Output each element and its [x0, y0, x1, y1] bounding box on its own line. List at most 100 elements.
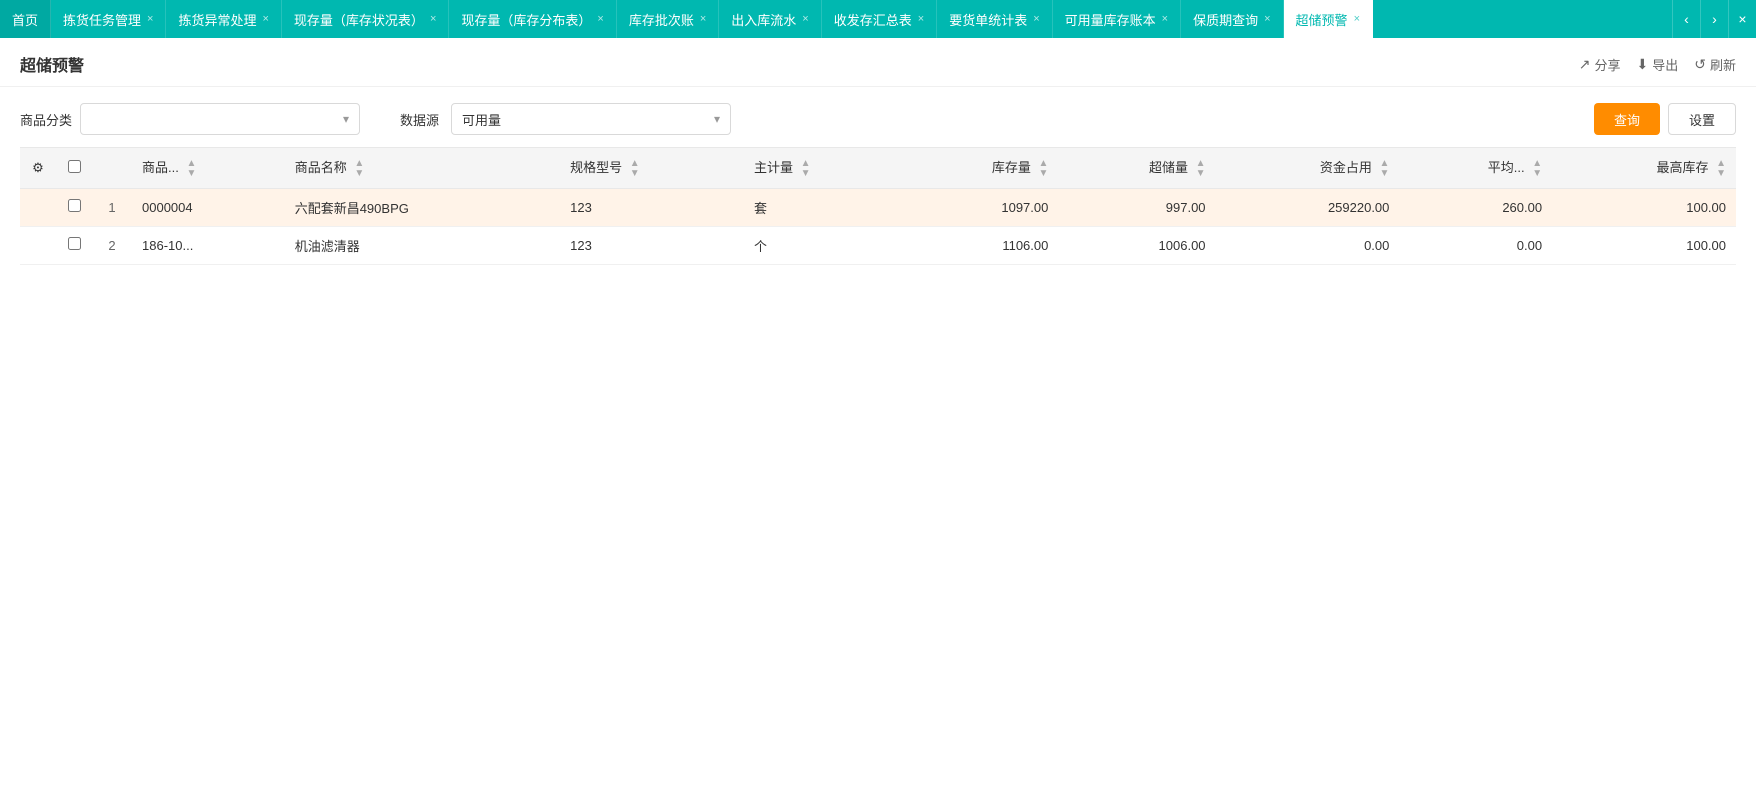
col-capital[interactable]: 资金占用 ▲▼: [1216, 148, 1400, 189]
col-gear: ⚙: [20, 148, 56, 189]
top-nav: 首页拣货任务管理×拣货异常处理×现存量（库存状况表）×现存量（库存分布表）×库存…: [0, 0, 1756, 38]
sort-product-code-icon: ▲▼: [186, 159, 196, 179]
col-rownum: [92, 148, 132, 189]
nav-label: 首页: [12, 10, 38, 29]
nav-label: 可用量库存账本: [1065, 10, 1156, 29]
category-chevron-icon: ▾: [343, 112, 349, 126]
datasource-value: 可用量: [462, 110, 501, 129]
nav-item-task-mgmt[interactable]: 拣货任务管理 ×: [51, 0, 166, 38]
row-checkbox-1[interactable]: [68, 237, 81, 250]
page-content: 超储预警 ↗ 分享 ⬇ 导出 ↺ 刷新 商品分类 ▾: [0, 38, 1756, 800]
row-unit: 套: [744, 188, 901, 226]
data-table: ⚙ 商品... ▲▼ 商品名称 ▲▼: [20, 147, 1736, 265]
nav-close-overstock[interactable]: ×: [1354, 13, 1360, 25]
nav-close-collect[interactable]: ×: [918, 13, 924, 25]
col-overstock[interactable]: 超储量 ▲▼: [1058, 148, 1215, 189]
sort-overstock-icon: ▲▼: [1196, 159, 1206, 179]
row-max-stock: 100.00: [1552, 226, 1736, 264]
query-button[interactable]: 查询: [1594, 103, 1660, 135]
sort-avg-icon: ▲▼: [1532, 159, 1542, 179]
nav-item-requisition[interactable]: 要货单统计表×: [937, 0, 1052, 38]
nav-close-abnormal[interactable]: ×: [262, 13, 268, 25]
nav-item-quality[interactable]: 保质期查询 ×: [1181, 0, 1283, 38]
nav-close-quality[interactable]: ×: [1264, 13, 1270, 25]
filter-area: 商品分类 ▾ 数据源 可用量 ▾ 查询 设置: [0, 87, 1756, 147]
page-header: 超储预警 ↗ 分享 ⬇ 导出 ↺ 刷新: [0, 38, 1756, 87]
col-product-code[interactable]: 商品... ▲▼: [132, 148, 285, 189]
nav-item-collect[interactable]: 收发存汇总表×: [822, 0, 937, 38]
nav-label: 现存量（库存分布表）: [461, 10, 591, 29]
row-checkbox-cell: [56, 188, 92, 226]
nav-close-stock-status[interactable]: ×: [430, 13, 436, 25]
row-gear-cell: [20, 226, 56, 264]
row-gear-cell: [20, 188, 56, 226]
export-icon: ⬇: [1637, 56, 1649, 73]
col-product-name[interactable]: 商品名称 ▲▼: [285, 148, 560, 189]
nav-close-in-out[interactable]: ×: [802, 13, 808, 25]
nav-close-btn[interactable]: ×: [1728, 0, 1756, 38]
col-max-stock[interactable]: 最高库存 ▲▼: [1552, 148, 1736, 189]
datasource-select[interactable]: 可用量 ▾: [451, 103, 731, 135]
refresh-action[interactable]: ↺ 刷新: [1694, 55, 1736, 74]
nav-arrows: ‹ › ×: [1672, 0, 1756, 38]
nav-item-batch[interactable]: 库存批次账×: [617, 0, 719, 38]
row-product-code: 186-10...: [132, 226, 285, 264]
row-overstock: 997.00: [1058, 188, 1215, 226]
nav-item-available[interactable]: 可用量库存账本 ×: [1053, 0, 1181, 38]
nav-label: 拣货任务管理: [63, 10, 141, 29]
nav-label: 保质期查询: [1193, 10, 1258, 29]
row-num: 1: [92, 188, 132, 226]
row-overstock: 1006.00: [1058, 226, 1215, 264]
col-stock[interactable]: 库存量 ▲▼: [901, 148, 1058, 189]
row-unit: 个: [744, 226, 901, 264]
sort-product-name-icon: ▲▼: [354, 159, 364, 179]
nav-item-stock-dist[interactable]: 现存量（库存分布表） ×: [449, 0, 616, 38]
row-capital: 259220.00: [1216, 188, 1400, 226]
nav-item-abnormal[interactable]: 拣货异常处理×: [166, 0, 281, 38]
row-avg: 260.00: [1399, 188, 1552, 226]
nav-label: 出入库流水: [731, 10, 796, 29]
col-avg[interactable]: 平均... ▲▼: [1399, 148, 1552, 189]
category-filter: 商品分类 ▾: [20, 103, 360, 135]
row-product-name: 六配套新昌490BPG: [285, 188, 560, 226]
row-max-stock: 100.00: [1552, 188, 1736, 226]
nav-prev-btn[interactable]: ‹: [1672, 0, 1700, 38]
table-header-row: ⚙ 商品... ▲▼ 商品名称 ▲▼: [20, 148, 1736, 189]
page-actions: ↗ 分享 ⬇ 导出 ↺ 刷新: [1579, 55, 1736, 74]
row-spec: 123: [560, 188, 744, 226]
nav-close-batch[interactable]: ×: [700, 13, 706, 25]
table-container: ⚙ 商品... ▲▼ 商品名称 ▲▼: [0, 147, 1756, 265]
select-all-checkbox[interactable]: [68, 160, 81, 173]
nav-close-available[interactable]: ×: [1162, 13, 1168, 25]
share-label: 分享: [1594, 55, 1620, 74]
share-action[interactable]: ↗ 分享: [1579, 55, 1621, 74]
col-checkbox: [56, 148, 92, 189]
nav-item-overstock[interactable]: 超储预警 ×: [1284, 0, 1373, 38]
sort-unit-icon: ▲▼: [801, 159, 811, 179]
nav-close-stock-dist[interactable]: ×: [597, 13, 603, 25]
gear-icon[interactable]: ⚙: [32, 160, 44, 175]
datasource-filter: 数据源 可用量 ▾: [400, 103, 731, 135]
row-checkbox-0[interactable]: [68, 199, 81, 212]
nav-item-in-out[interactable]: 出入库流水 ×: [719, 0, 821, 38]
nav-item-home[interactable]: 首页: [0, 0, 51, 38]
category-label: 商品分类: [20, 110, 72, 129]
row-checkbox-cell: [56, 226, 92, 264]
sort-stock-icon: ▲▼: [1038, 159, 1048, 179]
nav-item-stock-status[interactable]: 现存量（库存状况表） ×: [282, 0, 449, 38]
datasource-label: 数据源: [400, 110, 439, 129]
nav-close-task-mgmt[interactable]: ×: [147, 13, 153, 25]
nav-close-requisition[interactable]: ×: [1033, 13, 1039, 25]
datasource-chevron-icon: ▾: [714, 112, 720, 126]
settings-button[interactable]: 设置: [1668, 103, 1736, 135]
table-body: 1 0000004 六配套新昌490BPG 123 套 1097.00 997.…: [20, 188, 1736, 264]
col-unit[interactable]: 主计量 ▲▼: [744, 148, 901, 189]
nav-next-btn[interactable]: ›: [1700, 0, 1728, 38]
export-action[interactable]: ⬇ 导出: [1637, 55, 1679, 74]
nav-label: 超储预警: [1296, 10, 1348, 29]
col-spec[interactable]: 规格型号 ▲▼: [560, 148, 744, 189]
refresh-icon: ↺: [1694, 56, 1706, 73]
category-select[interactable]: ▾: [80, 103, 360, 135]
sort-spec-icon: ▲▼: [630, 159, 640, 179]
nav-label: 现存量（库存状况表）: [294, 10, 424, 29]
